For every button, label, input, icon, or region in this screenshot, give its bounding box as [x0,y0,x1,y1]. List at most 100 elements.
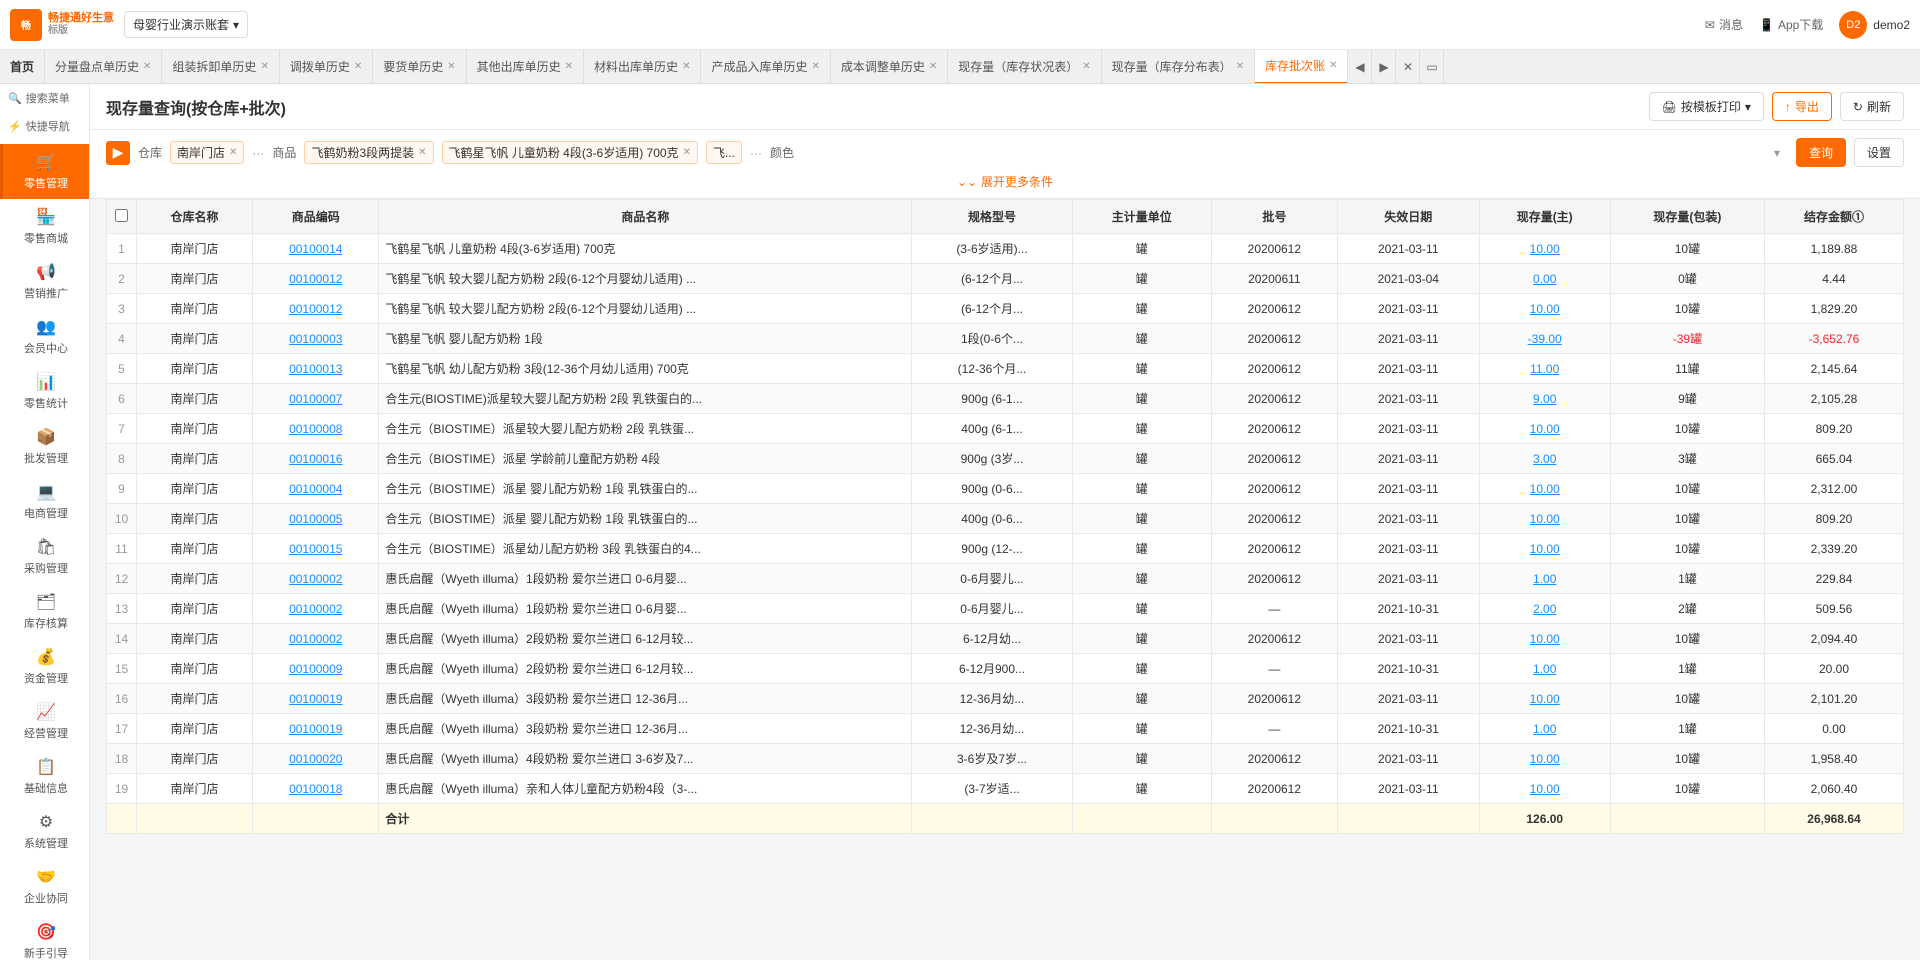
close-icon[interactable]: ✕ [354,61,362,72]
tab-7[interactable]: 产成品入库单历史 ✕ [701,50,830,84]
warehouse-tag-1[interactable]: 南岸门店 ✕ [170,141,244,164]
tab-4[interactable]: 要货单历史 ✕ [373,50,466,84]
export-btn[interactable]: ↑ 导出 [1772,92,1832,121]
sidebar-item-retail-store[interactable]: 🏪 零售商城 [0,199,89,254]
row-amount: 809.20 [1764,414,1903,444]
sidebar-item-retail-stats[interactable]: 📊 零售统计 [0,364,89,419]
sidebar-item-new-guide[interactable]: 🎯 新手引导 [0,914,89,960]
tab-2[interactable]: 组装拆卸单历史 ✕ [162,50,279,84]
row-name: 合生元(BIOSTIME)派星较大婴儿配方奶粉 2段 乳铁蛋白的... [379,384,912,414]
close-icon[interactable]: ✕ [229,147,237,158]
tab-menu-btn[interactable]: ▭ [1420,50,1444,84]
close-icon[interactable]: ✕ [1329,60,1337,71]
sidebar-item-retail-mgmt[interactable]: 🛒 零售管理 [0,144,89,199]
tab-prev-btn[interactable]: ◀ [1348,50,1372,84]
row-batch: 20200612 [1211,534,1337,564]
row-code: 00100008 [253,414,379,444]
close-icon[interactable]: ✕ [565,61,573,72]
close-icon[interactable]: ✕ [260,61,268,72]
row-num: 2 [107,264,137,294]
logo-icon-text: 畅 [21,17,31,32]
sidebar-item-sys-mgmt[interactable]: ⚙ 系统管理 [0,804,89,859]
row-unit: 罐 [1072,564,1211,594]
sidebar-item-ecommerce-mgmt[interactable]: 💻 电商管理 [0,474,89,529]
row-num: 5 [107,354,137,384]
close-icon[interactable]: ✕ [1082,61,1090,72]
sidebar-search[interactable]: 🔍 搜索菜单 [0,84,89,112]
product-tag-2[interactable]: 飞鹤星飞帆 儿童奶粉 4段(3-6岁适用) 700克 ✕ [442,141,698,164]
row-unit: 罐 [1072,384,1211,414]
tab-next-btn[interactable]: ▶ [1372,50,1396,84]
row-qty: 10.00 [1479,234,1610,264]
select-all-checkbox[interactable] [115,209,128,222]
close-icon[interactable]: ✕ [929,61,937,72]
row-warehouse: 南岸门店 [137,534,253,564]
close-icon[interactable]: ✕ [682,61,690,72]
tab-5[interactable]: 其他出库单历史 ✕ [467,50,584,84]
message-btn[interactable]: ✉ 消息 [1705,16,1743,33]
row-unit: 罐 [1072,534,1211,564]
row-qty: 10.00 [1479,774,1610,804]
row-code: 00100019 [253,684,379,714]
sidebar-item-wholesale-mgmt[interactable]: 📦 批发管理 [0,419,89,474]
logo-text: 畅捷通好生意 标版 [48,12,114,37]
sidebar-item-member-center[interactable]: 👥 会员中心 [0,309,89,364]
refresh-btn[interactable]: ↻ 刷新 [1840,92,1904,121]
row-amount: 1,958.40 [1764,744,1903,774]
tab-home[interactable]: 首页 [0,50,45,84]
account-selector[interactable]: 母婴行业演示账套 ▾ [124,11,248,38]
product-tag-more[interactable]: 飞... [706,141,742,164]
row-spec: (6-12个月... [912,294,1073,324]
tab-6[interactable]: 材料出库单历史 ✕ [584,50,701,84]
close-icon[interactable]: ✕ [418,147,426,158]
close-icon[interactable]: ✕ [143,61,151,72]
tab-10[interactable]: 现存量（库存分布表） ✕ [1102,50,1255,84]
product-dots[interactable]: ··· [750,146,762,160]
row-batch: 20200612 [1211,294,1337,324]
sidebar-item-marketing[interactable]: 📢 营销推广 [0,254,89,309]
table-row: 4 南岸门店 00100003 飞鹤星飞帆 婴儿配方奶粉 1段 1段(0-6个.… [107,324,1904,354]
basic-info-icon: 📋 [36,757,56,777]
sidebar-item-enterprise[interactable]: 🤝 企业协同 [0,859,89,914]
tab-8[interactable]: 成本调整单历史 ✕ [831,50,948,84]
row-qty-pkg: 11罐 [1610,354,1764,384]
row-unit: 罐 [1072,474,1211,504]
row-unit: 罐 [1072,324,1211,354]
sidebar-item-finance-mgmt[interactable]: 💰 资金管理 [0,639,89,694]
row-spec: 0-6月婴儿... [912,564,1073,594]
table-footer: 合计 126.00 26,968.64 [107,804,1904,834]
tab-active[interactable]: 库存批次账 ✕ [1255,50,1348,84]
product-tag-1[interactable]: 飞鹤奶粉3段两提装 ✕ [304,141,433,164]
sidebar-item-purchase-mgmt[interactable]: 🛍 采购管理 [0,529,89,584]
row-code: 00100016 [253,444,379,474]
settings-btn[interactable]: 设置 [1854,138,1904,167]
query-btn[interactable]: 查询 [1796,138,1846,167]
sidebar-item-inventory-check[interactable]: 🗂 库存核算 [0,584,89,639]
row-code: 00100002 [253,624,379,654]
sidebar-item-ops-mgmt[interactable]: 📈 经营管理 [0,694,89,749]
row-spec: 12-36月幼... [912,714,1073,744]
row-amount: 1,189.88 [1764,234,1903,264]
warehouse-dots[interactable]: ··· [252,146,264,160]
close-icon[interactable]: ✕ [1236,61,1244,72]
filter-expand-arrow[interactable]: ▶ [106,141,130,165]
row-num: 8 [107,444,137,474]
tab-9[interactable]: 现存量（库存状况表） ✕ [948,50,1101,84]
row-qty-pkg: 1罐 [1610,654,1764,684]
row-qty: 10.00 [1479,534,1610,564]
close-icon[interactable]: ✕ [447,61,455,72]
template-print-btn[interactable]: 🖨 按模板打印 ▾ [1649,92,1764,121]
row-warehouse: 南岸门店 [137,294,253,324]
tab-close-btn[interactable]: ✕ [1396,50,1420,84]
sidebar-quicknav[interactable]: ⚡ 快捷导航 [0,112,89,140]
row-num: 6 [107,384,137,414]
tab-1[interactable]: 分量盘点单历史 ✕ [45,50,162,84]
user-menu[interactable]: D2 demo2 [1839,11,1910,39]
row-unit: 罐 [1072,354,1211,384]
close-icon[interactable]: ✕ [683,147,691,158]
expand-more-btn[interactable]: ⌄⌄ 展开更多条件 [106,173,1904,190]
close-icon[interactable]: ✕ [811,61,819,72]
app-download-btn[interactable]: 📱 App下载 [1759,16,1823,33]
sidebar-item-basic-info[interactable]: 📋 基础信息 [0,749,89,804]
tab-3[interactable]: 调拨单历史 ✕ [280,50,373,84]
